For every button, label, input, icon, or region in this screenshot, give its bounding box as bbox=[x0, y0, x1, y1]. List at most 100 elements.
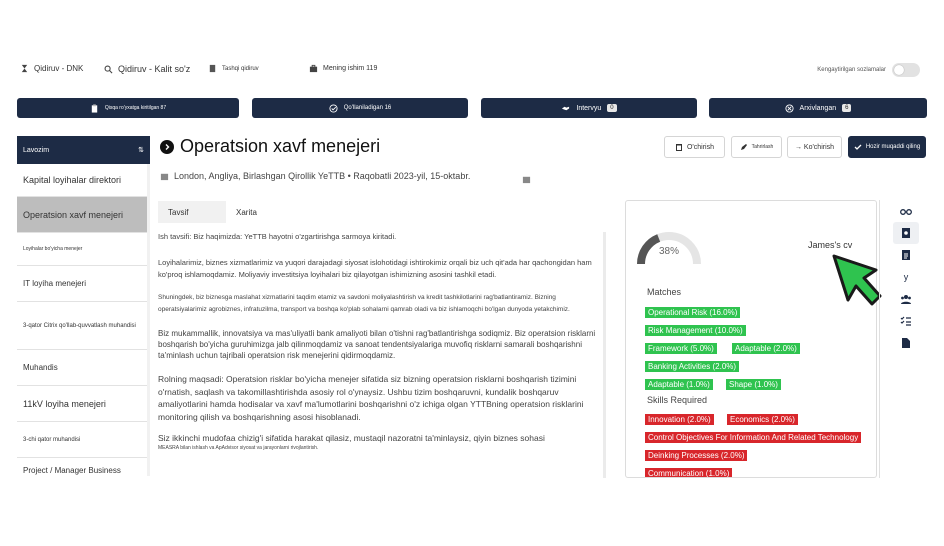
nav-search-keyword[interactable]: Qidiruv - Kalit so'z bbox=[104, 64, 190, 74]
document-icon bbox=[209, 64, 216, 73]
status-tab-applied[interactable]: Qo'llaniladigan 16 bbox=[252, 98, 468, 118]
sidebar-item-third-line[interactable]: 3-chi qator muhandisi bbox=[17, 422, 150, 458]
status-tab-interview[interactable]: Intervyu 0 bbox=[481, 98, 697, 118]
chevron-right-icon[interactable] bbox=[160, 139, 174, 154]
move-button-label: → Ko'chirish bbox=[794, 143, 835, 151]
match-tag: Operational Risk (16.0%) bbox=[645, 307, 741, 318]
description-paragraph: Siz ikkinchi mudofaa chizig'i sifatida h… bbox=[158, 433, 545, 443]
trash-icon bbox=[675, 144, 682, 151]
status-tab-archived[interactable]: Arxivlangan 6 bbox=[709, 98, 927, 118]
clipboard-icon bbox=[91, 103, 98, 113]
nav-my-work[interactable]: Mening ishim 119 bbox=[309, 64, 377, 73]
job-meta-text: London, Angliya, Birlashgan Qirollik YeT… bbox=[174, 171, 471, 181]
sidebar-item-capital-projects[interactable]: Kapital loyihalar direktori bbox=[17, 164, 150, 197]
handshake-icon bbox=[562, 106, 570, 110]
cv-name[interactable]: James's cv bbox=[808, 240, 852, 250]
status-tab-archived-label: Arxivlangan bbox=[799, 104, 837, 112]
match-tag: Adaptable (1.0%) bbox=[645, 379, 713, 390]
search-document-icon[interactable] bbox=[893, 222, 919, 244]
sidebar-item-label: IT loyiha menejeri bbox=[23, 279, 86, 288]
status-tab-archived-count: 6 bbox=[842, 104, 852, 112]
job-meta: London, Angliya, Birlashgan Qirollik YeT… bbox=[160, 171, 470, 181]
nav-external-search-label: Tashqi qidiruv bbox=[222, 65, 259, 72]
sidebar-item-label: Loyihalar bo'yicha menejer bbox=[23, 246, 83, 252]
sidebar-item-engineer[interactable]: Muhandis bbox=[17, 350, 150, 386]
move-button[interactable]: → Ko'chirish bbox=[787, 136, 842, 158]
advanced-settings-toggle[interactable] bbox=[892, 63, 920, 77]
matches-heading: Matches bbox=[647, 287, 682, 297]
users-icon[interactable] bbox=[893, 288, 919, 310]
right-rail-divider bbox=[879, 200, 880, 478]
sort-icon[interactable]: ⇅ bbox=[138, 146, 144, 154]
status-tab-applied-label: Qo'llaniladigan 16 bbox=[343, 105, 392, 111]
description-paragraph: MEASRA bilan ishlash va ApAdvisor siyosa… bbox=[158, 445, 319, 451]
tab-description-label: Tavsif bbox=[168, 207, 189, 217]
advanced-settings: Kengaytirilgan sozlamalar bbox=[817, 63, 920, 77]
cv-match-panel: 38% James's cv Matches Operational Risk … bbox=[625, 200, 877, 478]
sidebar-header-label: Lavozim bbox=[23, 146, 50, 154]
job-title: Operatsion xavf menejeri bbox=[180, 136, 381, 156]
status-tab-interview-count: 0 bbox=[607, 104, 617, 112]
sidebar-header[interactable]: Lavozim ⇅ bbox=[17, 136, 150, 164]
briefcase-icon bbox=[309, 64, 318, 73]
nav-search-keyword-label: Qidiruv - Kalit so'z bbox=[118, 64, 191, 74]
page-title: Operatsion xavf menejeri bbox=[160, 136, 380, 157]
advanced-settings-label: Kengaytirilgan sozlamalar bbox=[817, 67, 886, 73]
required-tag: Innovation (2.0%) bbox=[645, 414, 714, 425]
delete-button[interactable]: O'chirish bbox=[664, 136, 725, 158]
apply-now-button[interactable]: Hozir muqaddi qiling bbox=[848, 136, 926, 158]
job-description: Ish tavsifi: Biz haqimizda: YeTTB hayotn… bbox=[158, 230, 604, 478]
sidebar-item-project-business[interactable]: Project / Manager Business bbox=[17, 458, 150, 476]
required-tag: Deinking Processes (2.0%) bbox=[645, 450, 748, 461]
hourglass-icon bbox=[21, 64, 28, 73]
top-navigation: Qidiruv - DNK Qidiruv - Kalit so'z Tashq… bbox=[0, 60, 944, 82]
status-tab-interview-label: Intervyu bbox=[576, 104, 602, 112]
sidebar-item-it-project[interactable]: IT loyiha menejeri bbox=[17, 266, 150, 302]
tab-description[interactable]: Tavsif bbox=[158, 201, 226, 223]
match-tag: Shape (1.0%) bbox=[726, 379, 781, 390]
required-tag: Economics (2.0%) bbox=[727, 414, 798, 425]
match-tag: Adaptable (2.0%) bbox=[732, 343, 800, 354]
tab-map[interactable]: Xarita bbox=[226, 201, 267, 223]
sidebar-item-label: 3-chi qator muhandisi bbox=[23, 436, 81, 443]
y-icon-label: y bbox=[903, 272, 909, 282]
pointer-arrow-icon bbox=[832, 254, 882, 306]
archive-icon bbox=[784, 103, 794, 113]
job-sidebar: Lavozim ⇅ Kapital loyihalar direktori Op… bbox=[17, 136, 150, 476]
sidebar-item-label: Project / Manager Business bbox=[23, 466, 121, 475]
pencil-icon bbox=[740, 144, 747, 150]
sidebar-item-11kv[interactable]: 11kV loyiha menejeri bbox=[17, 386, 150, 422]
edit-button[interactable]: Tahrirlash bbox=[731, 136, 782, 158]
description-paragraph: Rolning maqsadi: Operatsion risklar bo'y… bbox=[158, 374, 584, 422]
match-percent: 38% bbox=[659, 246, 680, 257]
required-tag: Communication (1.0%) bbox=[645, 468, 733, 477]
sidebar-item-label: Operatsion xavf menejeri bbox=[23, 209, 124, 220]
description-paragraph: Shuningdek, biz biznesga maslahat xizmat… bbox=[158, 294, 570, 313]
file-icon[interactable] bbox=[893, 332, 919, 354]
search-icon bbox=[104, 65, 113, 73]
document-icon[interactable] bbox=[893, 244, 919, 266]
nav-search-dna[interactable]: Qidiruv - DNK bbox=[20, 64, 83, 73]
nav-external-search[interactable]: Tashqi qidiruv bbox=[208, 64, 259, 73]
match-tag: Banking Activities (2.0%) bbox=[645, 361, 740, 372]
apply-now-button-label: Hozir muqaddi qiling bbox=[865, 144, 921, 150]
calendar-icon bbox=[522, 171, 531, 189]
sidebar-item-citrix[interactable]: 3-qator Citrix qo'llab-quvvatlash muhand… bbox=[17, 302, 150, 350]
sidebar-item-project-manager[interactable]: Loyihalar bo'yicha menejer bbox=[17, 233, 150, 266]
sidebar-scrollbar[interactable] bbox=[147, 164, 150, 476]
check-icon bbox=[854, 144, 862, 150]
description-paragraph: Ish tavsifi: Biz haqimizda: YeTTB hayotn… bbox=[158, 232, 397, 241]
description-scrollbar[interactable] bbox=[603, 232, 606, 478]
delete-button-label: O'chirish bbox=[686, 143, 714, 151]
status-tab-shortlisted[interactable]: Qisqa ro'yxatga kiritilgan 87 bbox=[17, 98, 239, 118]
glasses-icon[interactable] bbox=[893, 200, 919, 222]
tab-map-label: Xarita bbox=[236, 207, 257, 217]
description-paragraph: Biz mukammallik, innovatsiya va mas'uliy… bbox=[158, 329, 596, 360]
sidebar-item-operational-risk[interactable]: Operatsion xavf menejeri bbox=[17, 197, 150, 233]
check-circle-icon bbox=[329, 103, 338, 113]
y-icon[interactable]: y bbox=[893, 266, 919, 288]
checklist-icon[interactable] bbox=[893, 310, 919, 332]
edit-button-label: Tahrirlash bbox=[751, 144, 774, 150]
nav-my-work-label: Mening ishim 119 bbox=[323, 65, 378, 72]
description-paragraph: Loyihalarimiz, biznes xizmatlarimiz va y… bbox=[158, 258, 592, 279]
